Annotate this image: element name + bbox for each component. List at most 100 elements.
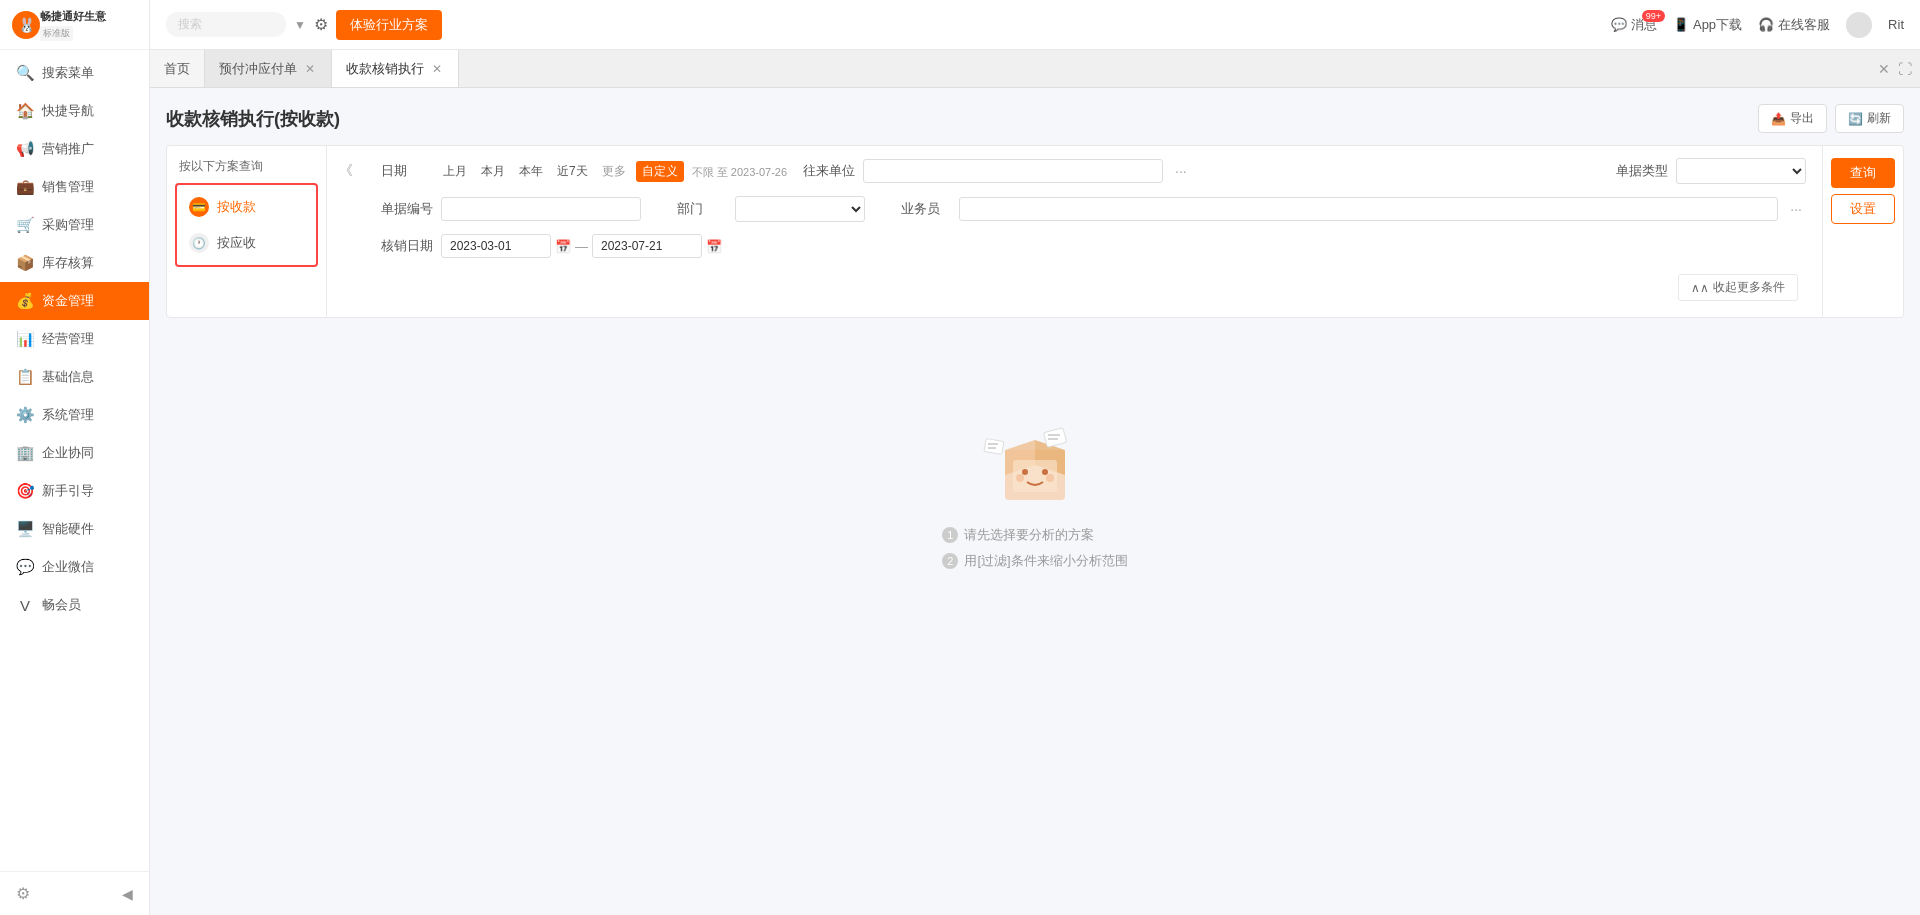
sidebar-item-member[interactable]: V 畅会员 [0,586,149,624]
filter-row-3: 核销日期 📅 — 📅 [381,234,1806,258]
docno-input[interactable] [441,197,641,221]
settings-button[interactable]: 设置 [1831,194,1895,224]
dept-label: 部门 [677,200,727,218]
gear-settings-icon[interactable]: ⚙ [314,15,328,34]
sidebar-item-purchase[interactable]: 🛒 采购管理 [0,206,149,244]
target-icon: 🎯 [16,482,34,500]
refresh-icon: 🔄 [1848,112,1863,126]
date-more[interactable]: 更多 [598,161,630,182]
bottom-settings-icon[interactable]: ⚙ [16,884,30,903]
calendar-from-icon[interactable]: 📅 [555,239,571,254]
date-7days[interactable]: 近7天 [553,161,592,182]
filter-row-2: 单据编号 部门 业务员 ··· [381,196,1806,222]
docno-label: 单据编号 [381,200,433,218]
sidebar-collapse-toggle[interactable]: 《 [331,158,361,184]
party-ellipsis[interactable]: ··· [1171,163,1191,179]
date-last-month[interactable]: 上月 [439,161,471,182]
query-button[interactable]: 查询 [1831,158,1895,188]
date-this-year[interactable]: 本年 [515,161,547,182]
page-header: 收款核销执行(按收款) 📤 导出 🔄 刷新 [166,104,1904,133]
calendar-to-icon[interactable]: 📅 [706,239,722,254]
verify-date-from-group: 📅 — 📅 [441,234,722,258]
chart-icon: 📊 [16,330,34,348]
logo-text: 畅捷通好生意 标准版 [40,9,106,41]
topbar-right: 💬 消息 99+ 📱 App下载 🎧 在线客服 Rit [1611,12,1904,38]
phone-icon: 📱 [1673,17,1689,32]
tab-close-all-icon[interactable]: ✕ [1878,61,1890,77]
tab-prepay-close[interactable]: ✕ [303,62,317,76]
staff-ellipsis[interactable]: ··· [1786,201,1806,217]
filter-staff: 业务员 ··· [901,197,1806,221]
topbar-left: 搜索 ▼ ⚙ 体验行业方案 [166,10,1611,40]
sidebar-item-shortcut[interactable]: 🏠 快捷导航 [0,92,149,130]
svg-point-4 [1022,469,1028,475]
sidebar-item-hardware[interactable]: 🖥️ 智能硬件 [0,510,149,548]
logo-icon: 🐰 [12,11,40,39]
filter-docno: 单据编号 [381,197,641,221]
industry-solution-button[interactable]: 体验行业方案 [336,10,442,40]
party-input[interactable] [863,159,1163,183]
empty-tips: 1 请先选择要分析的方案 2 用[过滤]条件来缩小分析范围 [942,526,1127,570]
app-logo: 🐰 畅捷通好生意 标准版 [0,0,149,50]
sidebar-item-management[interactable]: 📊 经营管理 [0,320,149,358]
collapse-more-button[interactable]: ∧∧ 收起更多条件 [1678,274,1798,301]
page-title: 收款核销执行(按收款) [166,107,340,131]
app-download-button[interactable]: 📱 App下载 [1673,16,1742,34]
tab-receivable-close[interactable]: ✕ [430,62,444,76]
page-content: 收款核销执行(按收款) 📤 导出 🔄 刷新 按以下方案查询 💳 [150,88,1920,915]
filter-date: 日期 上月 本月 本年 近7天 更多 自定义 不限 至 2023-07-26 [381,161,787,182]
message-badge: 99+ [1642,10,1665,22]
sidebar-collapse-icon[interactable]: ◀ [122,886,133,902]
filter-by-receipt[interactable]: 💳 按收款 [177,189,316,225]
filter-panel: 按以下方案查询 💳 按收款 🕐 按应收 《 [166,145,1904,318]
export-button[interactable]: 📤 导出 [1758,104,1827,133]
sidebar-item-basic[interactable]: 📋 基础信息 [0,358,149,396]
empty-illustration [975,410,1095,510]
filter-actions: 查询 设置 [1822,146,1903,317]
filter-dept: 部门 [677,196,865,222]
wechat-icon: 💬 [16,558,34,576]
money-icon: 💰 [16,292,34,310]
sidebar-item-search[interactable]: 🔍 搜索菜单 [0,54,149,92]
tab-prepay[interactable]: 预付冲应付单 ✕ [205,50,332,87]
staff-input[interactable] [959,197,1778,221]
sidebar-nav: 🔍 搜索菜单 🏠 快捷导航 📢 营销推广 💼 销售管理 🛒 采购管理 📦 库存核… [0,50,149,871]
tabbar-actions: ✕ ⛶ [1870,50,1920,87]
doctype-select[interactable] [1676,158,1806,184]
user-avatar[interactable] [1846,12,1872,38]
sidebar-item-finance[interactable]: 💰 资金管理 [0,282,149,320]
tab-receivable-label: 收款核销执行 [346,60,424,78]
svg-point-5 [1042,469,1048,475]
sidebar-item-enterprise[interactable]: 🏢 企业协同 [0,434,149,472]
topbar: 搜索 ▼ ⚙ 体验行业方案 💬 消息 99+ 📱 App下载 🎧 在线客服 Ri… [150,0,1920,50]
page-actions: 📤 导出 🔄 刷新 [1758,104,1904,133]
message-button[interactable]: 💬 消息 99+ [1611,16,1657,34]
verify-date-from-input[interactable] [441,234,551,258]
verify-date-to-input[interactable] [592,234,702,258]
svg-point-7 [1046,474,1054,482]
tab-home[interactable]: 首页 [150,50,205,87]
sidebar-item-wechat[interactable]: 💬 企业微信 [0,548,149,586]
sidebar-item-marketing[interactable]: 📢 营销推广 [0,130,149,168]
cart-icon: 🛒 [16,216,34,234]
staff-label: 业务员 [901,200,951,218]
vip-icon: V [16,596,34,614]
sidebar-item-system[interactable]: ⚙️ 系统管理 [0,396,149,434]
sidebar-item-inventory[interactable]: 📦 库存核算 [0,244,149,282]
sidebar-item-sales[interactable]: 💼 销售管理 [0,168,149,206]
refresh-button[interactable]: 🔄 刷新 [1835,104,1904,133]
tab-receivable[interactable]: 收款核销执行 ✕ [332,50,459,87]
chevron-down-icon: ▼ [294,18,306,32]
empty-state: 1 请先选择要分析的方案 2 用[过滤]条件来缩小分析范围 [166,330,1904,650]
headset-icon: 🎧 [1758,17,1774,32]
date-this-month[interactable]: 本月 [477,161,509,182]
filter-by-receivable[interactable]: 🕐 按应收 [177,225,316,261]
dept-select[interactable] [735,196,865,222]
date-custom[interactable]: 自定义 [636,161,684,182]
online-support-button[interactable]: 🎧 在线客服 [1758,16,1830,34]
empty-tip-1: 1 请先选择要分析的方案 [942,526,1127,544]
empty-tip-2: 2 用[过滤]条件来缩小分析范围 [942,552,1127,570]
sidebar-item-guide[interactable]: 🎯 新手引导 [0,472,149,510]
search-icon: 🔍 [16,64,34,82]
tab-expand-icon[interactable]: ⛶ [1898,61,1912,77]
